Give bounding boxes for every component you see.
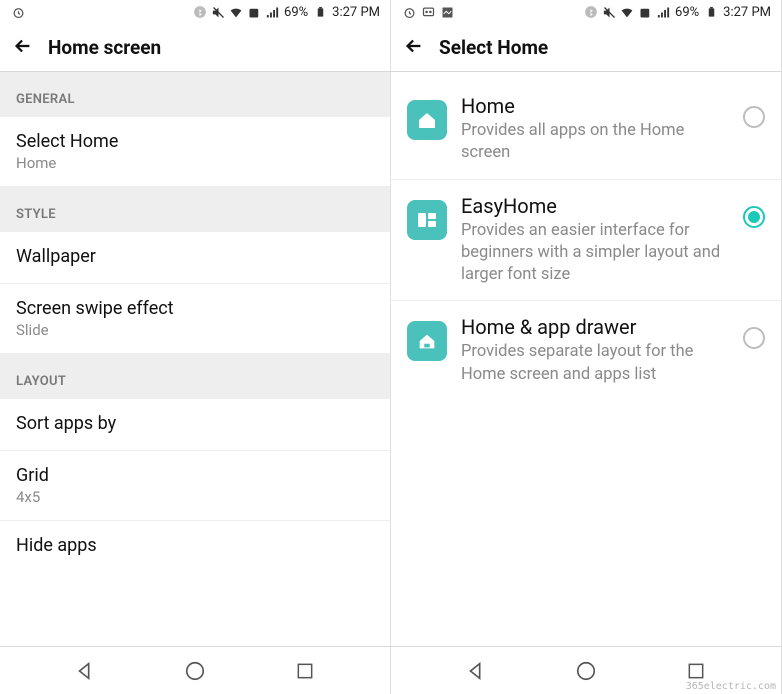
page-title: Select Home: [439, 36, 548, 59]
status-bar: 69% 3:27 PM: [391, 0, 781, 24]
nav-recent[interactable]: [684, 659, 708, 683]
item-title: Screen swipe effect: [16, 298, 374, 319]
notification-icon: [420, 4, 436, 20]
page-title: Home screen: [48, 36, 161, 59]
option-title: EasyHome: [461, 194, 729, 218]
clock: 3:27 PM: [332, 5, 380, 20]
nav-bar: [0, 646, 390, 694]
section-style: STYLE: [0, 187, 390, 232]
option-home-app-drawer[interactable]: Home & app drawer Provides separate layo…: [391, 301, 781, 400]
option-title: Home: [461, 94, 729, 118]
status-left-icons: [401, 4, 455, 20]
nav-recent[interactable]: [293, 659, 317, 683]
radio-app-drawer[interactable]: [743, 327, 765, 349]
status-bar: 69% 3:27 PM: [0, 0, 390, 24]
phone-right: 69% 3:27 PM Select Home Home Provides al…: [391, 0, 782, 694]
item-title: Select Home: [16, 131, 374, 152]
option-desc: Provides all apps on the Home screen: [461, 120, 729, 165]
alarm-icon: [10, 4, 26, 20]
signal-icon: [655, 4, 671, 20]
mute-icon: [601, 4, 617, 20]
item-wallpaper[interactable]: Wallpaper: [0, 232, 390, 284]
item-sub: 4x5: [16, 488, 374, 506]
watermark: 365electric.com: [686, 681, 776, 692]
item-title: Sort apps by: [16, 413, 374, 434]
status-left-icons: [10, 4, 26, 20]
item-grid[interactable]: Grid 4x5: [0, 451, 390, 521]
app-drawer-icon: [407, 321, 447, 361]
section-layout: LAYOUT: [0, 354, 390, 399]
wifi-icon: [228, 4, 244, 20]
back-button[interactable]: [12, 35, 34, 61]
mute-icon: [210, 4, 226, 20]
data-icon: [637, 4, 653, 20]
battery-percent: 69%: [284, 5, 308, 20]
item-select-home[interactable]: Select Home Home: [0, 117, 390, 187]
easyhome-icon: [407, 200, 447, 240]
option-desc: Provides an easier interface for beginne…: [461, 220, 729, 287]
item-sub: Home: [16, 154, 374, 172]
home-icon: [407, 100, 447, 140]
home-options: Home Provides all apps on the Home scree…: [391, 72, 781, 646]
battery-icon: [703, 4, 719, 20]
nav-back[interactable]: [464, 659, 488, 683]
back-button[interactable]: [403, 35, 425, 61]
phone-left: 69% 3:27 PM Home screen GENERAL Select H…: [0, 0, 391, 694]
radio-home[interactable]: [743, 106, 765, 128]
clock: 3:27 PM: [723, 5, 771, 20]
alarm-icon: [401, 4, 417, 20]
option-easyhome[interactable]: EasyHome Provides an easier interface fo…: [391, 180, 781, 302]
screenshot-icon: [439, 4, 455, 20]
section-general: GENERAL: [0, 72, 390, 117]
nav-back[interactable]: [73, 659, 97, 683]
bluetooth-icon: [192, 4, 208, 20]
option-home[interactable]: Home Provides all apps on the Home scree…: [391, 80, 781, 180]
radio-easyhome[interactable]: [743, 206, 765, 228]
header: Home screen: [0, 24, 390, 72]
option-desc: Provides separate layout for the Home sc…: [461, 341, 729, 386]
data-icon: [246, 4, 262, 20]
item-sub: Slide: [16, 321, 374, 339]
bluetooth-icon: [583, 4, 599, 20]
battery-icon: [312, 4, 328, 20]
option-title: Home & app drawer: [461, 315, 729, 339]
signal-icon: [264, 4, 280, 20]
nav-home[interactable]: [574, 659, 598, 683]
item-title: Hide apps: [16, 535, 374, 556]
item-screen-swipe-effect[interactable]: Screen swipe effect Slide: [0, 284, 390, 354]
nav-home[interactable]: [183, 659, 207, 683]
item-hide-apps[interactable]: Hide apps: [0, 521, 390, 572]
item-sort-apps-by[interactable]: Sort apps by: [0, 399, 390, 451]
wifi-icon: [619, 4, 635, 20]
settings-list[interactable]: GENERAL Select Home Home STYLE Wallpaper…: [0, 72, 390, 646]
item-title: Grid: [16, 465, 374, 486]
battery-percent: 69%: [675, 5, 699, 20]
header: Select Home: [391, 24, 781, 72]
item-title: Wallpaper: [16, 246, 374, 267]
